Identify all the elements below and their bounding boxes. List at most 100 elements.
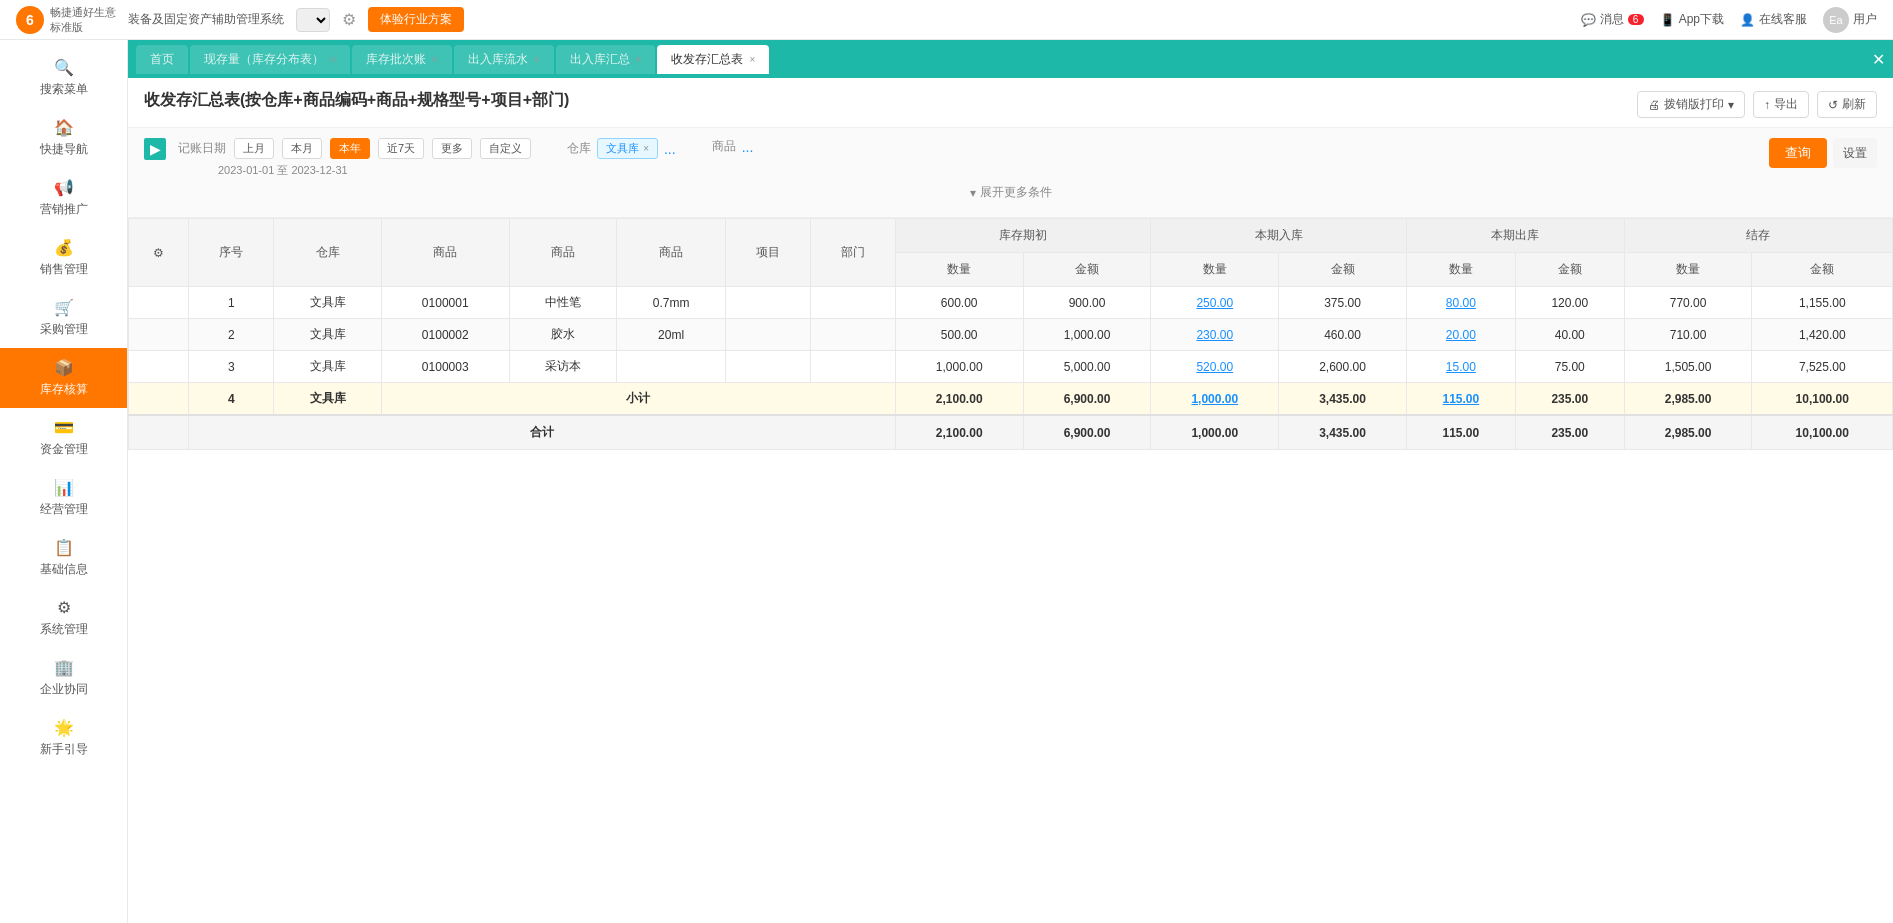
warehouse-more-btn[interactable]: ... [664,141,676,157]
filter-collapse-btn[interactable]: ▶ [144,138,166,160]
subtotal-in-qty[interactable]: 1,000.00 [1151,383,1279,416]
expand-icon: ▾ [970,186,976,200]
row1-warehouse: 文具库 [274,287,382,319]
row2-out-qty[interactable]: 20.00 [1406,319,1515,351]
subtotal-label: 小计 [381,383,895,416]
tab-stock-dist-label: 现存量（库存分布表） [204,51,324,68]
sidebar-item-sales[interactable]: 💰 销售管理 [0,228,127,288]
tab-recv-send-summary-close[interactable]: × [749,54,755,65]
th-in-qty: 数量 [1151,253,1279,287]
industry-btn[interactable]: 体验行业方案 [368,7,464,32]
page-title: 收发存汇总表(按仓库+商品编码+商品+规格型号+项目+部门) [144,90,569,111]
page-header: 收发存汇总表(按仓库+商品编码+商品+规格型号+项目+部门) 🖨 拨销版打印 ▾… [128,78,1893,128]
tab-batch-account[interactable]: 库存批次账 × [352,45,452,74]
export-icon: ↑ [1764,98,1770,112]
th-goods-code: 商品 [381,219,509,287]
subtotal-out-qty[interactable]: 115.00 [1406,383,1515,416]
tab-home[interactable]: 首页 [136,45,188,74]
setting-btn[interactable]: 设置 [1833,138,1877,168]
th-in-amt: 金额 [1279,253,1407,287]
row1-no: 1 [189,287,274,319]
row2-in-qty[interactable]: 230.00 [1151,319,1279,351]
sidebar-item-guide[interactable]: 🌟 新手引导 [0,708,127,768]
date-btn-more[interactable]: 更多 [432,138,472,159]
sidebar-label-guide: 新手引导 [40,741,88,758]
main-table: ⚙ 序号 仓库 商品 商品 商品 项目 部门 库存期初 本期入库 本期出库 [128,218,1893,450]
tab-recv-send-summary[interactable]: 收发存汇总表 × [657,45,769,74]
date-btn-this-year[interactable]: 本年 [330,138,370,159]
content-area: 首页 现存量（库存分布表） × 库存批次账 × 出入库流水 × 出入库汇总 × … [128,40,1893,923]
table-settings-icon[interactable]: ⚙ [153,246,164,260]
th-settings[interactable]: ⚙ [129,219,189,287]
user-btn[interactable]: Ea 用户 [1823,7,1877,33]
sidebar-item-marketing[interactable]: 📢 营销推广 [0,168,127,228]
row3-warehouse: 文具库 [274,351,382,383]
tab-stock-dist-close[interactable]: × [330,54,336,65]
row1-bal-amt: 1,155.00 [1752,287,1893,319]
tab-bar-close-btn[interactable]: ✕ [1872,50,1885,69]
system-selector[interactable] [296,8,330,32]
sidebar-item-enterprise[interactable]: 🏢 企业协同 [0,648,127,708]
row1-out-amt: 120.00 [1515,287,1624,319]
sidebar-item-finance[interactable]: 💳 资金管理 [0,408,127,468]
sidebar-item-quick-nav[interactable]: 🏠 快捷导航 [0,108,127,168]
filter-row-1: ▶ 记账日期 上月 本月 本年 近7天 更多 自定义 2023-01-01 至 … [144,138,1877,178]
print-btn[interactable]: 🖨 拨销版打印 ▾ [1637,91,1745,118]
total-bal-qty: 2,985.00 [1624,415,1752,450]
sidebar-item-base-info[interactable]: 📋 基础信息 [0,528,127,588]
th-no: 序号 [189,219,274,287]
tab-in-out-summary[interactable]: 出入库汇总 × [556,45,656,74]
action-buttons: 查询 设置 [1769,138,1877,168]
message-btn[interactable]: 💬 消息 6 [1581,11,1644,28]
tab-stock-dist[interactable]: 现存量（库存分布表） × [190,45,350,74]
warehouse-tag-close[interactable]: × [643,143,649,154]
row1-in-qty[interactable]: 250.00 [1151,287,1279,319]
service-icon: 👤 [1740,13,1755,27]
th-goods-name: 商品 [509,219,617,287]
tab-in-out-flow-label: 出入库流水 [468,51,528,68]
query-btn[interactable]: 查询 [1769,138,1827,168]
th-goods-spec: 商品 [617,219,726,287]
user-label: 用户 [1853,11,1877,28]
tab-in-out-summary-close[interactable]: × [636,54,642,65]
sidebar-label-quick-nav: 快捷导航 [40,141,88,158]
settings-icon[interactable]: ⚙ [342,10,356,29]
row1-out-qty[interactable]: 80.00 [1406,287,1515,319]
row1-project [726,287,811,319]
sidebar-item-system[interactable]: ⚙ 系统管理 [0,588,127,648]
tab-in-out-flow[interactable]: 出入库流水 × [454,45,554,74]
app-download-label: App下载 [1679,11,1724,28]
sidebar-item-operations[interactable]: 📊 经营管理 [0,468,127,528]
subtotal-row: 4 文具库 小计 2,100.00 6,900.00 1,000.00 3,43… [129,383,1893,416]
row3-bal-qty: 1,505.00 [1624,351,1752,383]
tab-in-out-flow-close[interactable]: × [534,54,540,65]
warehouse-tag-text: 文具库 [606,141,639,156]
row3-in-qty[interactable]: 520.00 [1151,351,1279,383]
tab-batch-account-close[interactable]: × [432,54,438,65]
refresh-btn[interactable]: ↺ 刷新 [1817,91,1877,118]
expand-more-btn[interactable]: ▾ 展开更多条件 [970,184,1052,201]
date-btn-last-month[interactable]: 上月 [234,138,274,159]
online-service-btn[interactable]: 👤 在线客服 [1740,11,1807,28]
phone-icon: 📱 [1660,13,1675,27]
purchase-icon: 🛒 [54,298,74,317]
row3-out-qty[interactable]: 15.00 [1406,351,1515,383]
sidebar-item-purchase[interactable]: 🛒 采购管理 [0,288,127,348]
app-download-btn[interactable]: 📱 App下载 [1660,11,1724,28]
refresh-btn-label: 刷新 [1842,96,1866,113]
date-filter: 记账日期 上月 本月 本年 近7天 更多 自定义 2023-01-01 至 20… [178,138,531,178]
row2-open-qty: 500.00 [895,319,1023,351]
export-btn[interactable]: ↑ 导出 [1753,91,1809,118]
date-btn-this-month[interactable]: 本月 [282,138,322,159]
goods-more-btn[interactable]: ... [742,139,754,155]
subtotal-open-qty: 2,100.00 [895,383,1023,416]
export-btn-label: 导出 [1774,96,1798,113]
subtotal-in-amt: 3,435.00 [1279,383,1407,416]
date-btn-custom[interactable]: 自定义 [480,138,531,159]
print-btn-label: 拨销版打印 [1664,96,1724,113]
sidebar-item-inventory[interactable]: 📦 库存核算 [0,348,127,408]
subtotal-bal-qty: 2,985.00 [1624,383,1752,416]
sidebar: 🔍 搜索菜单 🏠 快捷导航 📢 营销推广 💰 销售管理 🛒 采购管理 📦 库存核… [0,40,128,923]
sidebar-item-search[interactable]: 🔍 搜索菜单 [0,48,127,108]
date-btn-7days[interactable]: 近7天 [378,138,424,159]
